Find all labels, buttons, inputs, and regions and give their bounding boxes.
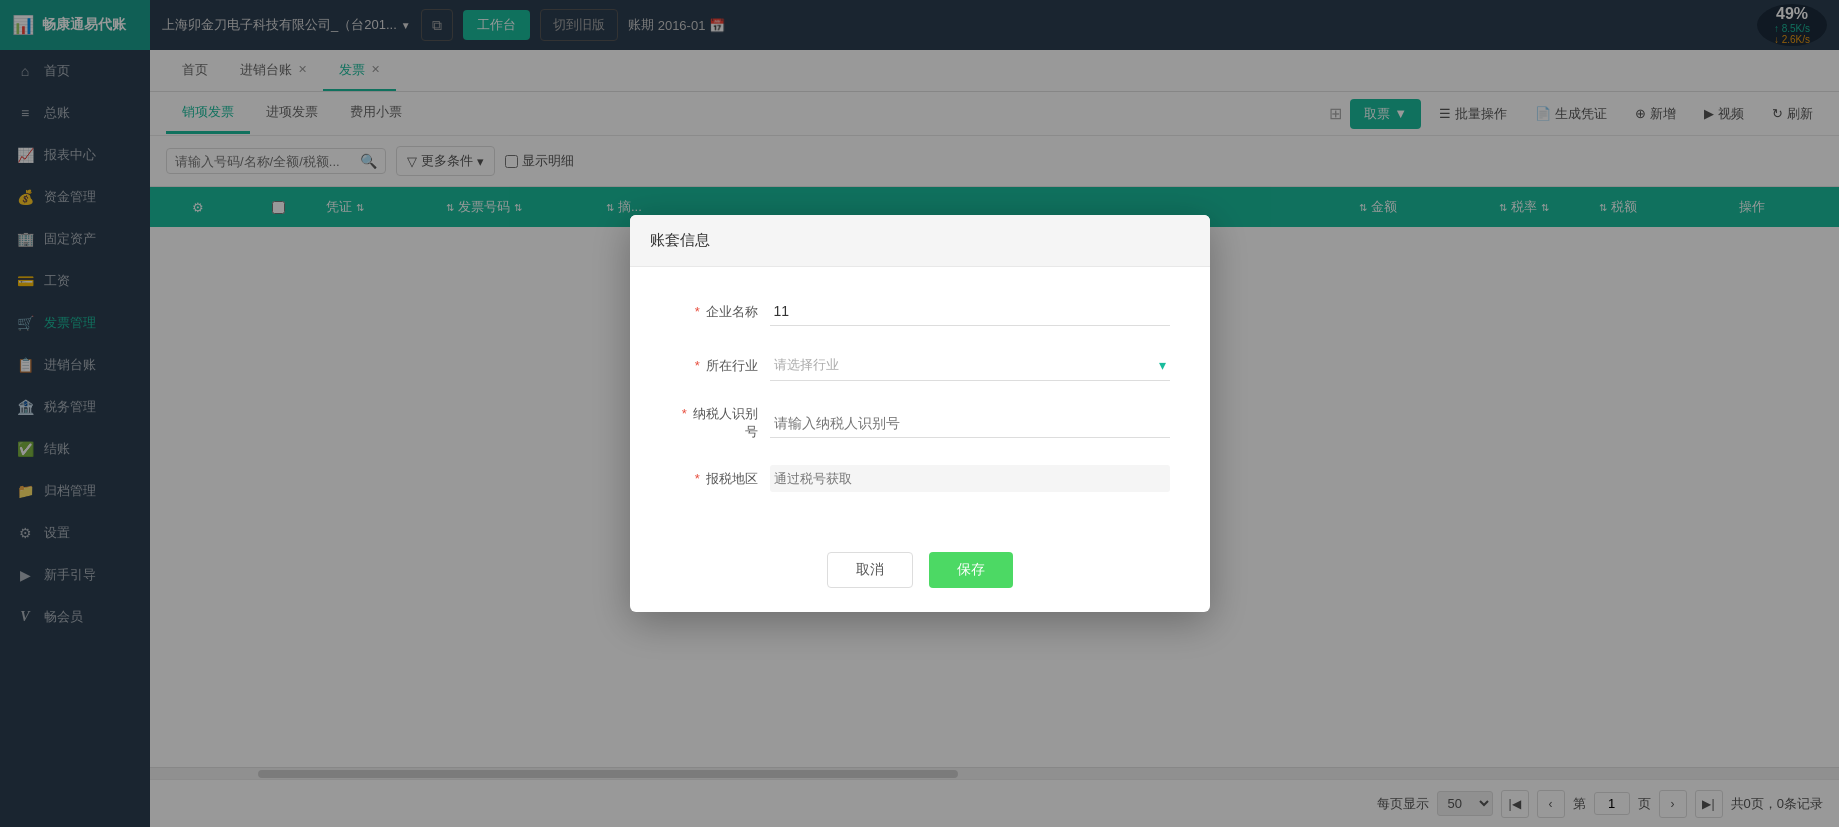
- company-name-control: [770, 297, 1170, 326]
- required-star: *: [695, 471, 700, 486]
- dialog-overlay[interactable]: 账套信息 * 企业名称 * 所在行业: [0, 0, 1839, 827]
- save-button[interactable]: 保存: [929, 552, 1013, 588]
- industry-label: * 所在行业: [670, 357, 770, 375]
- tax-region-input: [770, 465, 1170, 492]
- tax-id-label: * 纳税人识别号: [670, 405, 770, 441]
- required-star: *: [682, 406, 687, 421]
- dialog-body: * 企业名称 * 所在行业 请选择行业 ▾: [630, 267, 1210, 536]
- form-row-tax-region: * 报税地区: [670, 465, 1170, 492]
- dialog-header: 账套信息: [630, 215, 1210, 267]
- dialog-footer: 取消 保存: [630, 536, 1210, 612]
- cancel-button[interactable]: 取消: [827, 552, 913, 588]
- form-row-tax-id: * 纳税人识别号: [670, 405, 1170, 441]
- company-name-input[interactable]: [770, 297, 1170, 326]
- tax-id-input[interactable]: [770, 409, 1170, 438]
- tax-id-control: [770, 409, 1170, 438]
- account-info-dialog: 账套信息 * 企业名称 * 所在行业: [630, 215, 1210, 612]
- form-row-industry: * 所在行业 请选择行业 ▾: [670, 350, 1170, 381]
- form-row-company-name: * 企业名称: [670, 297, 1170, 326]
- required-star: *: [695, 304, 700, 319]
- tax-region-label: * 报税地区: [670, 470, 770, 488]
- industry-select-wrap[interactable]: 请选择行业 ▾: [770, 350, 1170, 381]
- industry-control: 请选择行业 ▾: [770, 350, 1170, 381]
- industry-placeholder: 请选择行业: [770, 350, 1155, 380]
- company-name-label: * 企业名称: [670, 303, 770, 321]
- industry-dropdown-icon[interactable]: ▾: [1155, 353, 1170, 377]
- dialog-title: 账套信息: [650, 231, 710, 248]
- tax-region-control: [770, 465, 1170, 492]
- required-star: *: [695, 358, 700, 373]
